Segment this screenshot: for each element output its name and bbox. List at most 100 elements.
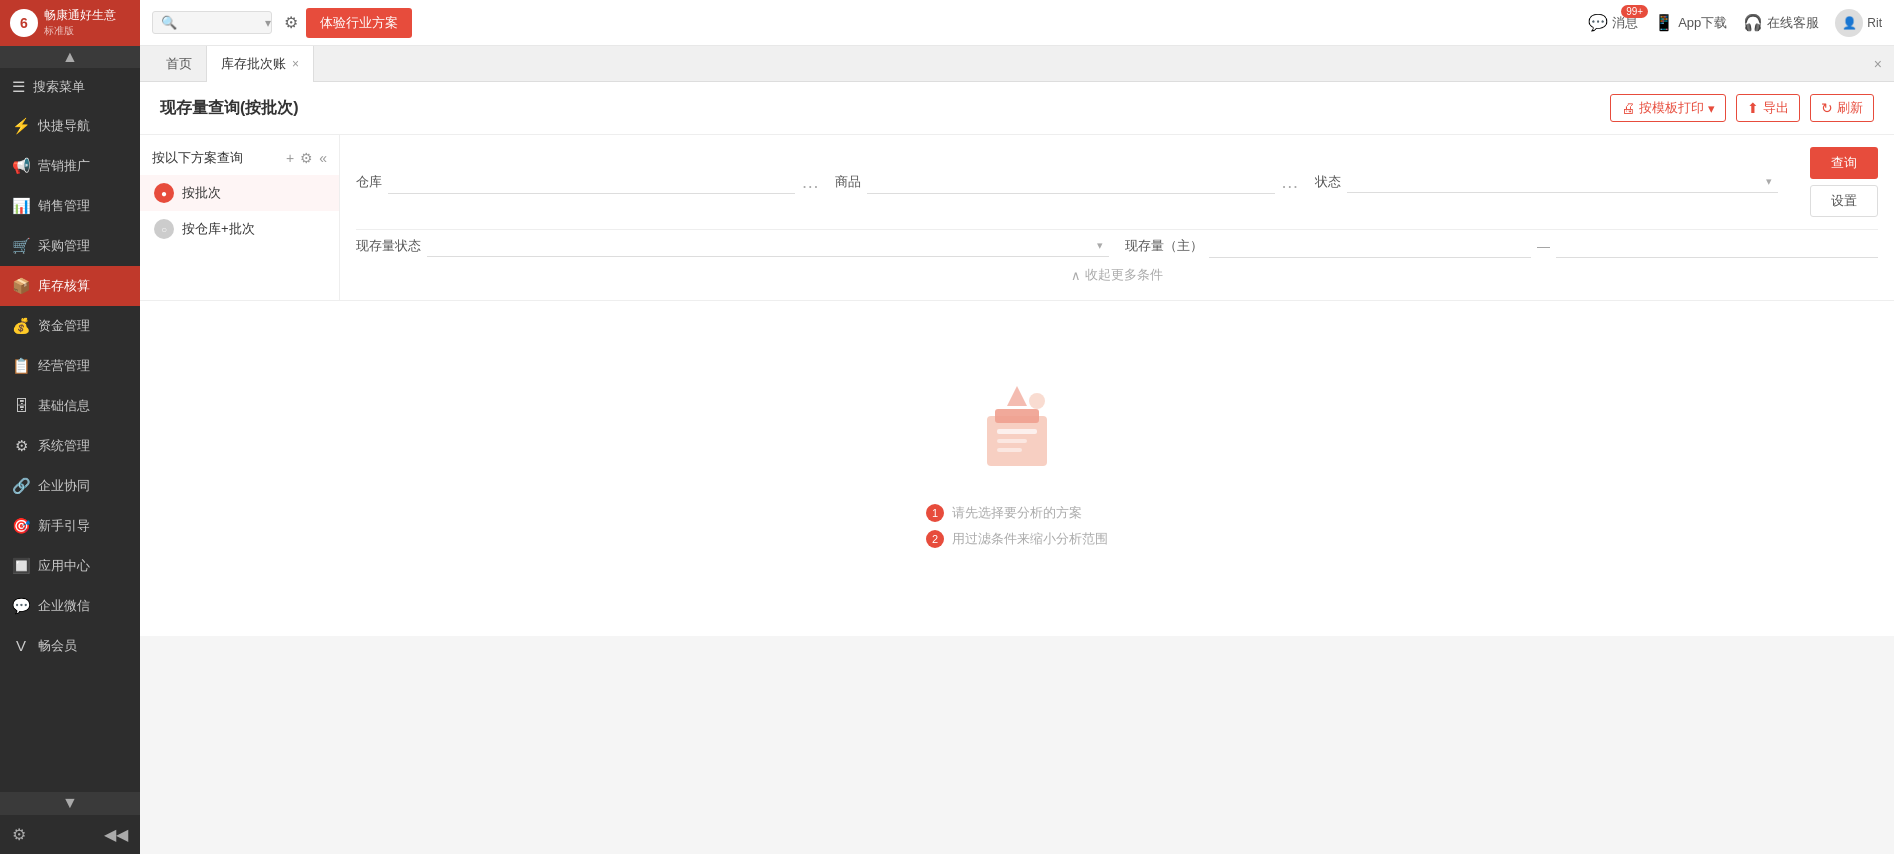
cart-icon: 🛒 bbox=[12, 237, 30, 255]
add-scheme-icon[interactable]: + bbox=[286, 150, 294, 166]
sidebar-item-label: 经营管理 bbox=[38, 357, 90, 375]
print-button[interactable]: 🖨 按模板打印 ▾ bbox=[1610, 94, 1726, 122]
settings-footer-icon[interactable]: ⚙ bbox=[12, 825, 26, 844]
stock-qty-from[interactable] bbox=[1209, 234, 1531, 258]
tab-inventory-batch[interactable]: 库存批次账 × bbox=[207, 46, 314, 82]
stock-qty-label: 现存量（主） bbox=[1125, 237, 1203, 255]
sidebar-item-sales[interactable]: 📊 销售管理 bbox=[0, 186, 140, 226]
main-content: 🔍 ▾ ⚙ 体验行业方案 💬 消息 99+ 📱 App下载 🎧 在线客服 bbox=[140, 0, 1894, 854]
product-dots[interactable]: … bbox=[1281, 172, 1299, 193]
sidebar-item-label: 企业协同 bbox=[38, 477, 90, 495]
sidebar-item-collab[interactable]: 🔗 企业协同 bbox=[0, 466, 140, 506]
svg-point-6 bbox=[1029, 393, 1045, 409]
wechat-icon: 💬 bbox=[12, 597, 30, 615]
scheme-batch-icon: ● bbox=[154, 183, 174, 203]
stock-status-dropdown[interactable]: ▾ bbox=[427, 235, 1109, 257]
page-close-icon[interactable]: × bbox=[1874, 56, 1882, 72]
topbar-search-box[interactable]: 🔍 ▾ bbox=[152, 11, 272, 34]
settings-button[interactable]: 设置 bbox=[1810, 185, 1878, 217]
sidebar-item-label: 畅会员 bbox=[38, 637, 77, 655]
tab-home[interactable]: 首页 bbox=[152, 46, 207, 82]
product-input[interactable] bbox=[867, 170, 1274, 194]
topbar-search-input[interactable] bbox=[181, 16, 261, 30]
app-download-action[interactable]: 📱 App下载 bbox=[1654, 13, 1727, 32]
search-icon: 🔍 bbox=[161, 15, 177, 30]
collapse-scheme-icon[interactable]: « bbox=[319, 150, 327, 166]
export-button[interactable]: ⬆ 导出 bbox=[1736, 94, 1800, 122]
sidebar-item-label: 库存核算 bbox=[38, 277, 90, 295]
print-label: 按模板打印 bbox=[1639, 99, 1704, 117]
refresh-label: 刷新 bbox=[1837, 99, 1863, 117]
experience-btn[interactable]: 体验行业方案 bbox=[306, 8, 412, 38]
database-icon: 🗄 bbox=[12, 397, 30, 414]
print-dropdown-icon[interactable]: ▾ bbox=[1708, 101, 1715, 116]
scheme-warehouse-batch[interactable]: ○ 按仓库+批次 bbox=[140, 211, 339, 247]
sidebar-item-finance[interactable]: 💰 资金管理 bbox=[0, 306, 140, 346]
vip-icon: V bbox=[12, 637, 30, 654]
empty-step-1: 1 请先选择要分析的方案 bbox=[926, 504, 1108, 522]
avatar-icon: 👤 bbox=[1842, 16, 1857, 30]
sidebar-item-quick-nav[interactable]: ⚡ 快捷导航 bbox=[0, 106, 140, 146]
sidebar-item-basics[interactable]: 🗄 基础信息 bbox=[0, 386, 140, 426]
user-action[interactable]: 👤 Rit bbox=[1835, 9, 1882, 37]
sidebar-item-guide[interactable]: 🎯 新手引导 bbox=[0, 506, 140, 546]
refresh-icon: ↻ bbox=[1821, 100, 1833, 116]
sidebar-scroll-up[interactable]: ▲ bbox=[0, 46, 140, 68]
app-version: 标准版 bbox=[44, 24, 116, 38]
sidebar-item-label: 基础信息 bbox=[38, 397, 90, 415]
online-service-action[interactable]: 🎧 在线客服 bbox=[1743, 13, 1819, 32]
filter-scheme-panel: 按以下方案查询 + ⚙ « ● 按批次 ○ bbox=[140, 135, 340, 300]
sidebar-item-inventory[interactable]: 📦 库存核算 bbox=[0, 266, 140, 306]
sidebar-item-wechat[interactable]: 💬 企业微信 bbox=[0, 586, 140, 626]
sidebar-item-marketing[interactable]: 📢 营销推广 bbox=[0, 146, 140, 186]
filter-scheme-label: 按以下方案查询 bbox=[152, 149, 243, 167]
filter-stock-qty: 现存量（主） — bbox=[1125, 234, 1878, 258]
sidebar: 6 畅康通好生意 标准版 ▲ ☰ 搜索菜单 ⚡ 快捷导航 📢 营销推广 📊 销售… bbox=[0, 0, 140, 854]
filter-stock-status: 现存量状态 ▾ bbox=[356, 235, 1109, 257]
sidebar-item-operations[interactable]: 📋 经营管理 bbox=[0, 346, 140, 386]
empty-steps: 1 请先选择要分析的方案 2 用过滤条件来缩小分析范围 bbox=[926, 504, 1108, 556]
megaphone-icon: 📢 bbox=[12, 157, 30, 175]
filter-status: 状态 ▾ bbox=[1315, 171, 1778, 193]
sidebar-search-label: 搜索菜单 bbox=[33, 78, 85, 96]
collapse-more-icon: ∧ bbox=[1071, 268, 1081, 283]
sidebar-item-system[interactable]: ⚙ 系统管理 bbox=[0, 426, 140, 466]
refresh-button[interactable]: ↻ 刷新 bbox=[1810, 94, 1874, 122]
sidebar-item-member[interactable]: V 畅会员 bbox=[0, 626, 140, 666]
empty-icon-svg bbox=[967, 381, 1067, 481]
tab-inventory-batch-label: 库存批次账 bbox=[221, 55, 286, 73]
filter-panel: 按以下方案查询 + ⚙ « ● 按批次 ○ bbox=[140, 135, 1894, 301]
svg-rect-1 bbox=[995, 409, 1039, 423]
topbar: 🔍 ▾ ⚙ 体验行业方案 💬 消息 99+ 📱 App下载 🎧 在线客服 bbox=[140, 0, 1894, 46]
sidebar-search[interactable]: ☰ 搜索菜单 bbox=[0, 68, 140, 106]
sidebar-item-label: 采购管理 bbox=[38, 237, 90, 255]
tab-close-icon[interactable]: × bbox=[292, 57, 299, 71]
warehouse-input[interactable] bbox=[388, 170, 795, 194]
collapse-more-btn[interactable]: ∧ 收起更多条件 bbox=[356, 258, 1878, 288]
warehouse-dots[interactable]: … bbox=[801, 172, 819, 193]
status-dropdown[interactable]: ▾ bbox=[1347, 171, 1778, 193]
scheme-batch-label: 按批次 bbox=[182, 184, 221, 202]
message-action[interactable]: 💬 消息 99+ bbox=[1588, 13, 1638, 32]
sidebar-item-apps[interactable]: 🔲 应用中心 bbox=[0, 546, 140, 586]
filter-product: 商品 … bbox=[835, 170, 1298, 194]
page-actions: 🖨 按模板打印 ▾ ⬆ 导出 ↻ 刷新 bbox=[1610, 94, 1874, 122]
svg-rect-3 bbox=[997, 439, 1027, 443]
collapse-sidebar-icon[interactable]: ◀◀ bbox=[104, 825, 128, 844]
topbar-dropdown-icon[interactable]: ▾ bbox=[265, 16, 271, 30]
box-icon: 📦 bbox=[12, 277, 30, 295]
stock-qty-to[interactable] bbox=[1556, 234, 1878, 258]
query-button[interactable]: 查询 bbox=[1810, 147, 1878, 179]
sidebar-item-purchase[interactable]: 🛒 采购管理 bbox=[0, 226, 140, 266]
scheme-batch[interactable]: ● 按批次 bbox=[140, 175, 339, 211]
sidebar-scroll-down[interactable]: ▼ bbox=[0, 792, 140, 814]
sidebar-item-label: 系统管理 bbox=[38, 437, 90, 455]
sidebar-header: 6 畅康通好生意 标准版 bbox=[0, 0, 140, 46]
settings-scheme-icon[interactable]: ⚙ bbox=[300, 150, 313, 166]
export-icon: ⬆ bbox=[1747, 100, 1759, 116]
user-avatar: 👤 bbox=[1835, 9, 1863, 37]
svg-rect-2 bbox=[997, 429, 1037, 434]
warehouse-label: 仓库 bbox=[356, 173, 382, 191]
topbar-gear-icon[interactable]: ⚙ bbox=[284, 13, 298, 32]
sidebar-footer: ⚙ ◀◀ bbox=[0, 814, 140, 854]
